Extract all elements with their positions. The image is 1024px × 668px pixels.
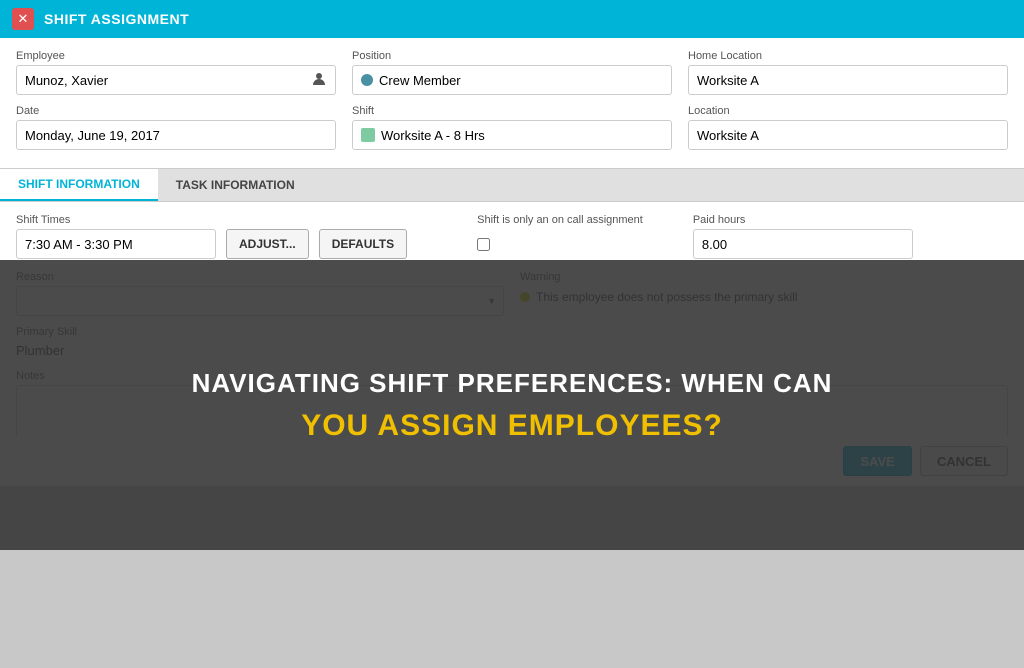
close-button[interactable]: ✕	[12, 8, 34, 30]
home-location-value: Worksite A	[697, 73, 759, 88]
shift-group: Shift Worksite A - 8 Hrs	[352, 105, 672, 150]
overlay-banner: NAVIGATING SHIFT PREFERENCES: WHEN CAN Y…	[0, 260, 1024, 550]
adjust-button[interactable]: ADJUST...	[226, 229, 309, 259]
tabs-bar: SHIFT INFORMATION TASK INFORMATION	[0, 168, 1024, 202]
position-input[interactable]: Crew Member	[352, 65, 672, 95]
home-location-input[interactable]: Worksite A	[688, 65, 1008, 95]
home-location-label: Home Location	[688, 50, 1008, 62]
overlay-line2: YOU ASSIGN EMPLOYEES?	[301, 409, 723, 443]
tab-shift-information[interactable]: SHIFT INFORMATION	[0, 169, 158, 201]
oncall-row	[477, 229, 643, 259]
shift-assignment-modal: ✕ SHIFT ASSIGNMENT Employee Position	[0, 0, 1024, 486]
shift-times-label: Shift Times	[16, 214, 216, 226]
home-location-group: Home Location Worksite A	[688, 50, 1008, 95]
date-input[interactable]: Monday, June 19, 2017	[16, 120, 336, 150]
defaults-button[interactable]: DEFAULTS	[319, 229, 407, 259]
position-icon	[361, 74, 373, 86]
person-icon	[311, 71, 327, 90]
paid-hours-label: Paid hours	[693, 214, 913, 226]
overlay-line1: NAVIGATING SHIFT PREFERENCES: WHEN CAN	[192, 368, 833, 399]
oncall-checkbox[interactable]	[477, 238, 490, 251]
location-group: Location Worksite A	[688, 105, 1008, 150]
shift-value: Worksite A - 8 Hrs	[381, 128, 485, 143]
shift-color-indicator	[361, 128, 375, 142]
date-label: Date	[16, 105, 336, 117]
paid-hours-group: Paid hours	[693, 214, 913, 259]
position-value: Crew Member	[379, 73, 461, 88]
modal-header: ✕ SHIFT ASSIGNMENT	[0, 0, 1024, 38]
employee-label: Employee	[16, 50, 336, 62]
tab-task-information[interactable]: TASK INFORMATION	[158, 169, 313, 201]
shift-times-row: Shift Times ADJUST... DEFAULTS Shift is …	[16, 214, 1008, 259]
location-input[interactable]: Worksite A	[688, 120, 1008, 150]
date-group: Date Monday, June 19, 2017	[16, 105, 336, 150]
position-label: Position	[352, 50, 672, 62]
paid-hours-input[interactable]	[693, 229, 913, 259]
employee-group: Employee	[16, 50, 336, 95]
oncall-section: Shift is only an on call assignment	[477, 214, 643, 259]
date-value: Monday, June 19, 2017	[25, 128, 160, 143]
oncall-label: Shift is only an on call assignment	[477, 214, 643, 226]
form-row-1: Employee Position Crew Member Home Loca	[16, 50, 1008, 95]
shift-times-input[interactable]	[16, 229, 216, 259]
shift-times-group: Shift Times	[16, 214, 216, 259]
shift-label: Shift	[352, 105, 672, 117]
form-section: Employee Position Crew Member Home Loca	[0, 38, 1024, 168]
form-row-2: Date Monday, June 19, 2017 Shift Worksit…	[16, 105, 1008, 150]
modal-title: SHIFT ASSIGNMENT	[44, 11, 189, 27]
position-group: Position Crew Member	[352, 50, 672, 95]
shift-input[interactable]: Worksite A - 8 Hrs	[352, 120, 672, 150]
location-value: Worksite A	[697, 128, 759, 143]
employee-field[interactable]	[25, 73, 311, 88]
location-label: Location	[688, 105, 1008, 117]
employee-input[interactable]	[16, 65, 336, 95]
